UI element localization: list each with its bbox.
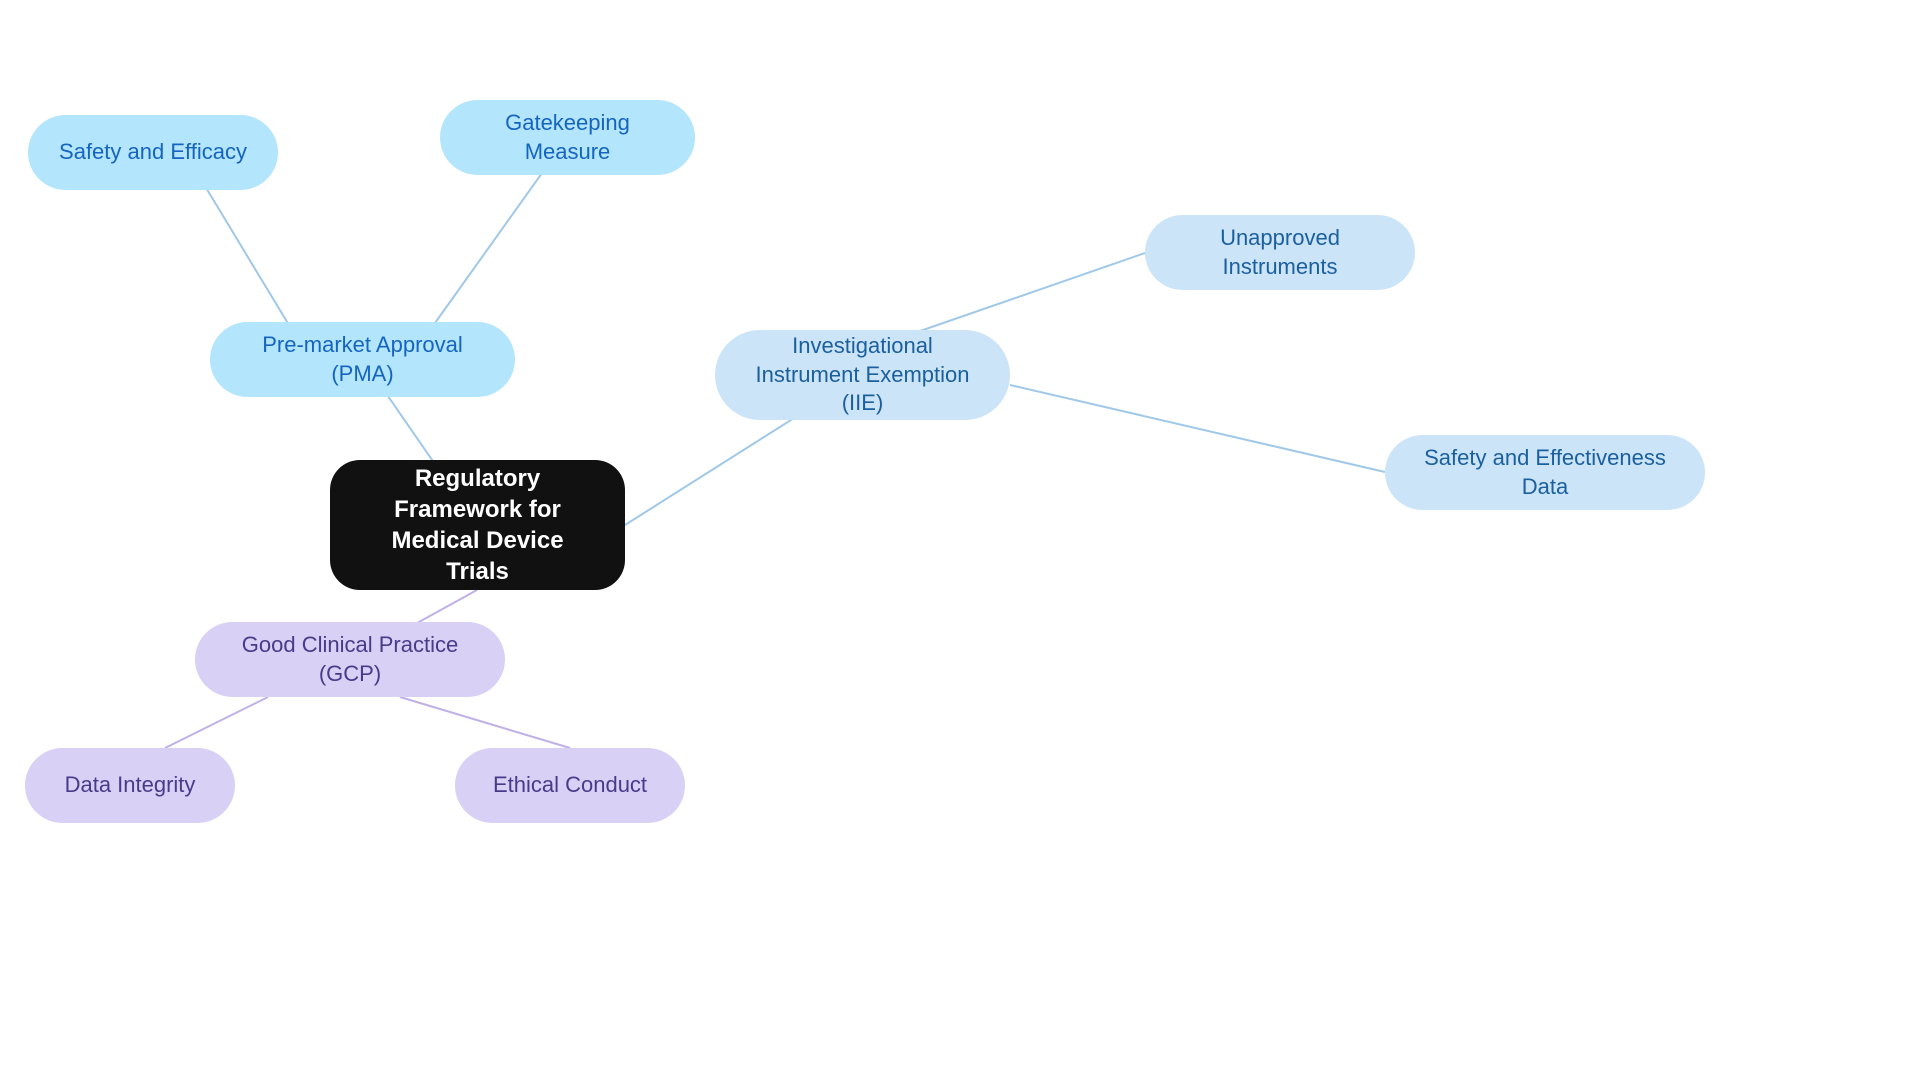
unapproved-label: Unapproved Instruments <box>1175 224 1385 281</box>
iie-node: Investigational Instrument Exemption (II… <box>715 330 1010 420</box>
iie-label: Investigational Instrument Exemption (II… <box>745 332 980 418</box>
mind-map: Regulatory Framework for Medical Device … <box>0 0 1920 1083</box>
ethical-conduct-node: Ethical Conduct <box>455 748 685 823</box>
safety-efficacy-node: Safety and Efficacy <box>28 115 278 190</box>
sed-node: Safety and Effectiveness Data <box>1385 435 1705 510</box>
center-node: Regulatory Framework for Medical Device … <box>330 460 625 590</box>
center-label: Regulatory Framework for Medical Device … <box>360 463 595 588</box>
pma-label: Pre-market Approval (PMA) <box>240 331 485 388</box>
gatekeeping-label: Gatekeeping Measure <box>470 109 665 166</box>
safety-efficacy-label: Safety and Efficacy <box>59 138 247 167</box>
sed-label: Safety and Effectiveness Data <box>1415 444 1675 501</box>
gcp-label: Good Clinical Practice (GCP) <box>225 631 475 688</box>
ethical-conduct-label: Ethical Conduct <box>493 771 647 800</box>
data-integrity-label: Data Integrity <box>65 771 196 800</box>
data-integrity-node: Data Integrity <box>25 748 235 823</box>
connection-lines <box>0 0 1920 1083</box>
unapproved-node: Unapproved Instruments <box>1145 215 1415 290</box>
gatekeeping-node: Gatekeeping Measure <box>440 100 695 175</box>
pma-node: Pre-market Approval (PMA) <box>210 322 515 397</box>
gcp-node: Good Clinical Practice (GCP) <box>195 622 505 697</box>
